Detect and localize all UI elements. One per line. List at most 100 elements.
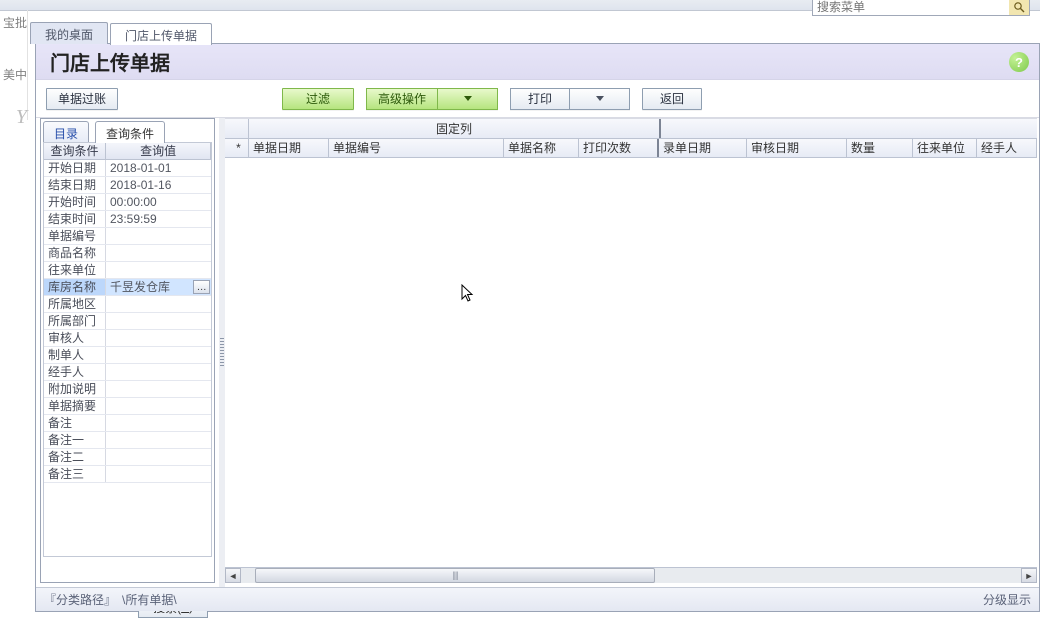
- path-value: \所有单据\: [122, 591, 177, 608]
- condition-value[interactable]: [106, 398, 211, 414]
- tab-catalog[interactable]: 目录: [43, 121, 89, 143]
- condition-row[interactable]: 商品名称: [44, 245, 211, 262]
- condition-key: 单据编号: [44, 228, 106, 244]
- condition-value[interactable]: 2018-01-01: [106, 160, 211, 176]
- star-column: *: [225, 139, 249, 157]
- level-display-button[interactable]: 分级显示: [983, 591, 1031, 608]
- condition-key: 开始日期: [44, 160, 106, 176]
- grid-body[interactable]: [225, 158, 1037, 550]
- condition-value[interactable]: [106, 364, 211, 380]
- query-pane: 目录 查询条件 查询条件 查询值 开始日期2018-01-01结束日期2018-…: [40, 118, 215, 583]
- condition-value[interactable]: [106, 449, 211, 465]
- path-label: 『分类路径』: [44, 591, 116, 608]
- condition-row[interactable]: 所属地区: [44, 296, 211, 313]
- condition-value[interactable]: 23:59:59: [106, 211, 211, 227]
- condition-row[interactable]: 所属部门: [44, 313, 211, 330]
- back-button[interactable]: 返回: [642, 88, 702, 110]
- condition-row[interactable]: 备注一: [44, 432, 211, 449]
- left-background-text: 宝批 美中 Y: [0, 10, 28, 120]
- condition-value[interactable]: [106, 466, 211, 482]
- condition-key: 所属部门: [44, 313, 106, 329]
- post-bill-button[interactable]: 单据过账: [46, 88, 118, 110]
- condition-value[interactable]: [106, 347, 211, 363]
- data-grid: 固定列 *单据日期单据编号单据名称打印次数录单日期审核日期数量往来单位经手人 ◄…: [225, 118, 1037, 583]
- column-header[interactable]: 往来单位: [913, 139, 977, 157]
- condition-row[interactable]: 库房名称千昱发仓库…: [44, 279, 211, 296]
- condition-value[interactable]: [106, 381, 211, 397]
- column-header[interactable]: 单据编号: [329, 139, 504, 157]
- print-dropdown-icon[interactable]: [570, 88, 630, 110]
- lookup-button[interactable]: …: [193, 280, 210, 294]
- filter-button[interactable]: 过滤: [282, 88, 354, 110]
- condition-row[interactable]: 备注三: [44, 466, 211, 483]
- condition-row[interactable]: 单据编号: [44, 228, 211, 245]
- status-bar: 『分类路径』 \所有单据\ 分级显示: [36, 587, 1039, 611]
- condition-value[interactable]: 00:00:00: [106, 194, 211, 210]
- horizontal-scrollbar[interactable]: ◄ ►: [225, 567, 1037, 583]
- tab-my-desktop[interactable]: 我的桌面: [30, 22, 108, 44]
- condition-value[interactable]: [106, 432, 211, 448]
- condition-row[interactable]: 单据摘要: [44, 398, 211, 415]
- page-title: 门店上传单据: [50, 47, 170, 76]
- condition-key: 备注三: [44, 466, 106, 482]
- condition-key: 审核人: [44, 330, 106, 346]
- condition-value[interactable]: [106, 313, 211, 329]
- column-header[interactable]: 单据名称: [504, 139, 579, 157]
- column-header[interactable]: 数量: [847, 139, 913, 157]
- search-icon[interactable]: [1009, 0, 1029, 15]
- condition-key: 备注二: [44, 449, 106, 465]
- column-header[interactable]: 打印次数: [579, 139, 659, 157]
- condition-row[interactable]: 开始时间00:00:00: [44, 194, 211, 211]
- print-button[interactable]: 打印: [510, 88, 570, 110]
- menu-search[interactable]: [812, 0, 1030, 16]
- condition-header: 查询条件 查询值: [44, 143, 211, 160]
- condition-value[interactable]: [106, 228, 211, 244]
- column-header[interactable]: 经手人: [977, 139, 1037, 157]
- condition-value[interactable]: [106, 296, 211, 312]
- condition-row[interactable]: 备注: [44, 415, 211, 432]
- scroll-left-icon[interactable]: ◄: [225, 568, 241, 583]
- help-icon[interactable]: ?: [1009, 52, 1029, 72]
- condition-row[interactable]: 往来单位: [44, 262, 211, 279]
- condition-key: 备注一: [44, 432, 106, 448]
- tab-query-conditions[interactable]: 查询条件: [95, 121, 165, 143]
- condition-row[interactable]: 制单人: [44, 347, 211, 364]
- column-header[interactable]: 审核日期: [747, 139, 847, 157]
- condition-key: 备注: [44, 415, 106, 431]
- condition-key: 附加说明: [44, 381, 106, 397]
- condition-value[interactable]: [106, 245, 211, 261]
- document-tabs: 我的桌面 门店上传单据: [30, 22, 1040, 44]
- column-header[interactable]: 单据日期: [249, 139, 329, 157]
- title-bar: 门店上传单据 ?: [36, 44, 1039, 80]
- condition-key: 单据摘要: [44, 398, 106, 414]
- condition-row[interactable]: 结束时间23:59:59: [44, 211, 211, 228]
- condition-value[interactable]: [106, 415, 211, 431]
- menu-search-input[interactable]: [813, 0, 1009, 14]
- condition-key: 商品名称: [44, 245, 106, 261]
- scroll-thumb[interactable]: [255, 568, 655, 583]
- advanced-dropdown-icon[interactable]: [438, 88, 498, 110]
- fixed-columns-group: 固定列: [249, 119, 661, 138]
- condition-key: 所属地区: [44, 296, 106, 312]
- condition-row[interactable]: 附加说明: [44, 381, 211, 398]
- advanced-button[interactable]: 高级操作: [366, 88, 438, 110]
- condition-row[interactable]: 开始日期2018-01-01: [44, 160, 211, 177]
- condition-key: 库房名称: [44, 279, 106, 295]
- condition-key: 经手人: [44, 364, 106, 380]
- column-header[interactable]: 录单日期: [659, 139, 747, 157]
- condition-row[interactable]: 结束日期2018-01-16: [44, 177, 211, 194]
- condition-value[interactable]: 2018-01-16: [106, 177, 211, 193]
- toolbar: 单据过账 过滤 高级操作 打印 返回: [36, 80, 1039, 118]
- scroll-right-icon[interactable]: ►: [1021, 568, 1037, 583]
- advanced-button-group: 高级操作: [366, 88, 498, 110]
- condition-key: 开始时间: [44, 194, 106, 210]
- condition-row[interactable]: 备注二: [44, 449, 211, 466]
- condition-value[interactable]: [106, 262, 211, 278]
- condition-row[interactable]: 经手人: [44, 364, 211, 381]
- condition-value[interactable]: 千昱发仓库…: [106, 279, 211, 295]
- tab-store-upload[interactable]: 门店上传单据: [110, 23, 212, 45]
- print-button-group: 打印: [510, 88, 630, 110]
- condition-key: 结束时间: [44, 211, 106, 227]
- condition-row[interactable]: 审核人: [44, 330, 211, 347]
- condition-value[interactable]: [106, 330, 211, 346]
